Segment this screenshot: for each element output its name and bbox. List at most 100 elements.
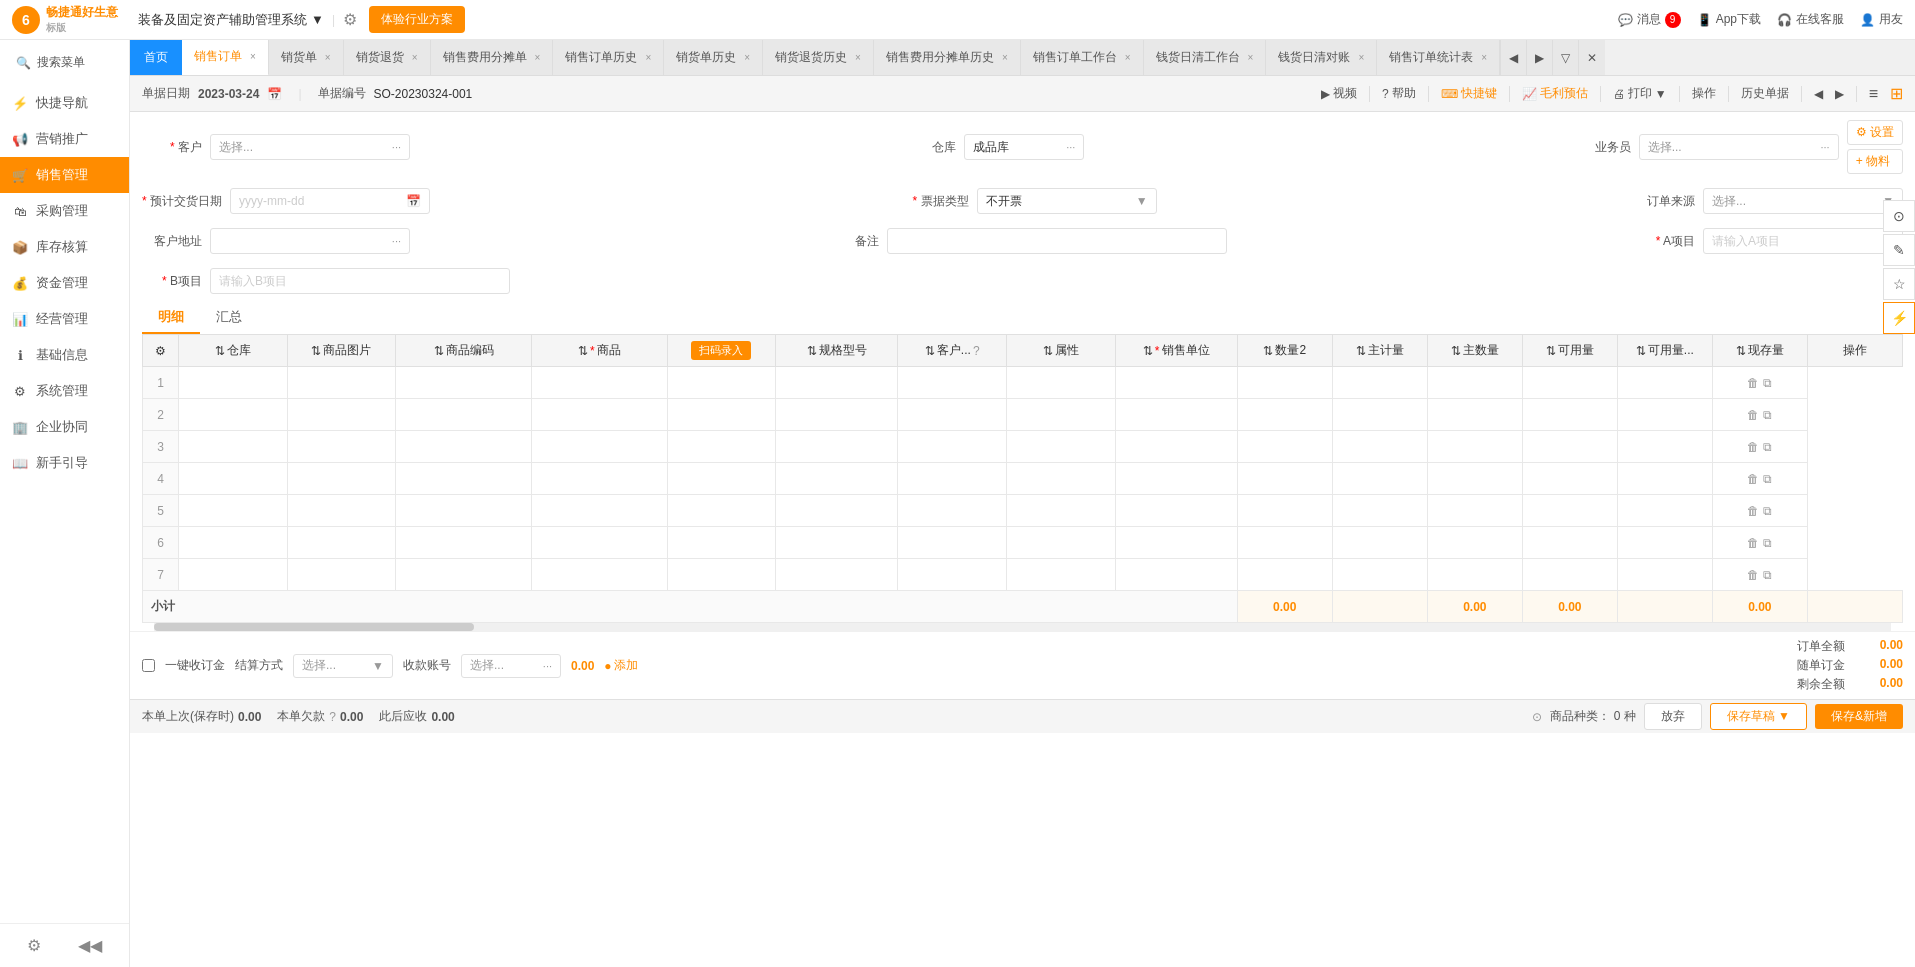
product-types-icon[interactable]: ⊙ bbox=[1532, 710, 1542, 724]
tab-close-sales-return-history[interactable]: × bbox=[855, 52, 861, 63]
cell-12[interactable] bbox=[1522, 463, 1617, 495]
cell-10[interactable] bbox=[1332, 399, 1427, 431]
shortcut-btn[interactable]: ⌨ 快捷键 bbox=[1441, 85, 1497, 102]
cell-14[interactable]: 🗑⧉ bbox=[1712, 431, 1807, 463]
sidebar-item-enterprise[interactable]: 🏢 企业协同 bbox=[0, 409, 129, 445]
cell-3[interactable] bbox=[531, 463, 667, 495]
cell-9[interactable] bbox=[1237, 495, 1332, 527]
copy-icon[interactable]: ⧉ bbox=[1763, 472, 1772, 486]
cell-7[interactable] bbox=[1007, 367, 1116, 399]
cell-13[interactable] bbox=[1617, 495, 1712, 527]
cell-11[interactable] bbox=[1427, 463, 1522, 495]
cell-10[interactable] bbox=[1332, 431, 1427, 463]
cell-1[interactable] bbox=[287, 399, 396, 431]
copy-icon[interactable]: ⧉ bbox=[1763, 568, 1772, 582]
tab-home[interactable]: 首页 bbox=[130, 40, 182, 76]
cell-8[interactable] bbox=[1115, 559, 1237, 591]
tab-list-btn[interactable]: ▽ bbox=[1552, 40, 1578, 76]
cell-7[interactable] bbox=[1007, 399, 1116, 431]
tab-close-sales-order[interactable]: × bbox=[250, 51, 256, 62]
cell-12[interactable] bbox=[1522, 559, 1617, 591]
cell-8[interactable] bbox=[1115, 399, 1237, 431]
cell-13[interactable] bbox=[1617, 527, 1712, 559]
delete-icon[interactable]: 🗑 bbox=[1747, 408, 1759, 422]
order-source-field[interactable]: 选择... ▼ bbox=[1703, 188, 1903, 214]
sidebar-item-guide[interactable]: 📖 新手引导 bbox=[0, 445, 129, 481]
float-btn-3[interactable]: ☆ bbox=[1883, 268, 1915, 300]
tab-sales-stats[interactable]: 销售订单统计表 × bbox=[1377, 40, 1500, 76]
cell-1[interactable] bbox=[287, 367, 396, 399]
cell-5[interactable] bbox=[776, 431, 898, 463]
copy-icon[interactable]: ⧉ bbox=[1763, 440, 1772, 454]
cell-9[interactable] bbox=[1237, 399, 1332, 431]
cell-4[interactable] bbox=[667, 527, 776, 559]
sidebar-item-operations[interactable]: 📊 经营管理 bbox=[0, 301, 129, 337]
delete-icon[interactable]: 🗑 bbox=[1747, 504, 1759, 518]
tab-sales-return-history[interactable]: 销货退货历史 × bbox=[763, 40, 874, 76]
cell-4[interactable] bbox=[667, 495, 776, 527]
cell-5[interactable] bbox=[776, 495, 898, 527]
sidebar-settings-btn[interactable]: ⚙ bbox=[27, 936, 41, 955]
tab-summary[interactable]: 汇总 bbox=[200, 302, 258, 334]
solution-btn[interactable]: 体验行业方案 bbox=[369, 6, 465, 33]
tab-close-sales-return[interactable]: × bbox=[412, 52, 418, 63]
cell-12[interactable] bbox=[1522, 527, 1617, 559]
cell-9[interactable] bbox=[1237, 527, 1332, 559]
cell-0[interactable] bbox=[179, 527, 288, 559]
cell-6[interactable] bbox=[898, 431, 1007, 463]
add-payment-btn[interactable]: ● 添加 bbox=[604, 657, 637, 674]
cell-0[interactable] bbox=[179, 463, 288, 495]
cell-7[interactable] bbox=[1007, 527, 1116, 559]
cell-1[interactable] bbox=[287, 527, 396, 559]
tab-next-btn[interactable]: ▶ bbox=[1526, 40, 1552, 76]
cell-0[interactable] bbox=[179, 399, 288, 431]
expand-btn[interactable]: ⊞ bbox=[1890, 84, 1903, 103]
col-main-unit[interactable]: ⇅主计量 bbox=[1332, 335, 1427, 367]
tab-sales-slip[interactable]: 销货单 × bbox=[269, 40, 344, 76]
invoice-type-field[interactable]: 不开票 ▼ bbox=[977, 188, 1157, 214]
tab-cash-workbench[interactable]: 钱货日清工作台 × bbox=[1144, 40, 1267, 76]
cell-8[interactable] bbox=[1115, 367, 1237, 399]
cell-8[interactable] bbox=[1115, 463, 1237, 495]
cell-1[interactable] bbox=[287, 431, 396, 463]
cell-14[interactable]: 🗑⧉ bbox=[1712, 495, 1807, 527]
operations-btn[interactable]: 操作 bbox=[1692, 85, 1716, 102]
col-available2[interactable]: ⇅可用量... bbox=[1617, 335, 1712, 367]
cell-14[interactable]: 🗑⧉ bbox=[1712, 527, 1807, 559]
cell-12[interactable] bbox=[1522, 495, 1617, 527]
tab-sales-order-history[interactable]: 销售订单历史 × bbox=[553, 40, 664, 76]
scrollbar-thumb[interactable] bbox=[154, 623, 474, 631]
cell-4[interactable] bbox=[667, 463, 776, 495]
cell-10[interactable] bbox=[1332, 367, 1427, 399]
nav-prev-btn[interactable]: ◀ bbox=[1814, 87, 1823, 101]
cell-3[interactable] bbox=[531, 431, 667, 463]
cell-1[interactable] bbox=[287, 495, 396, 527]
list-view-btn[interactable]: ≡ bbox=[1869, 85, 1878, 103]
cell-3[interactable] bbox=[531, 367, 667, 399]
cell-2[interactable] bbox=[396, 399, 532, 431]
col-product-image[interactable]: ⇅商品图片 bbox=[287, 335, 396, 367]
cell-6[interactable] bbox=[898, 367, 1007, 399]
cell-13[interactable] bbox=[1617, 431, 1712, 463]
sidebar-item-quicknav[interactable]: ⚡ 快捷导航 bbox=[0, 85, 129, 121]
col-product[interactable]: ⇅*商品 bbox=[531, 335, 667, 367]
cell-13[interactable] bbox=[1617, 399, 1712, 431]
tab-close-cash-workbench[interactable]: × bbox=[1248, 52, 1254, 63]
delete-icon[interactable]: 🗑 bbox=[1747, 440, 1759, 454]
tab-prev-btn[interactable]: ◀ bbox=[1500, 40, 1526, 76]
cell-0[interactable] bbox=[179, 559, 288, 591]
cell-0[interactable] bbox=[179, 495, 288, 527]
cell-3[interactable] bbox=[531, 399, 667, 431]
cell-0[interactable] bbox=[179, 367, 288, 399]
cell-1[interactable] bbox=[287, 463, 396, 495]
search-menu-btn[interactable]: 🔍 搜索菜单 bbox=[8, 48, 121, 77]
profit-btn[interactable]: 📈 毛利预估 bbox=[1522, 85, 1588, 102]
cell-13[interactable] bbox=[1617, 463, 1712, 495]
history-btn[interactable]: 历史单据 bbox=[1741, 85, 1789, 102]
tab-close-sales-slip-history[interactable]: × bbox=[744, 52, 750, 63]
col-customer[interactable]: ⇅客户...? bbox=[898, 335, 1007, 367]
settings-btn[interactable]: ⚙ 设置 bbox=[1847, 120, 1903, 145]
sidebar-item-marketing[interactable]: 📢 营销推广 bbox=[0, 121, 129, 157]
cell-6[interactable] bbox=[898, 527, 1007, 559]
cell-14[interactable]: 🗑⧉ bbox=[1712, 367, 1807, 399]
